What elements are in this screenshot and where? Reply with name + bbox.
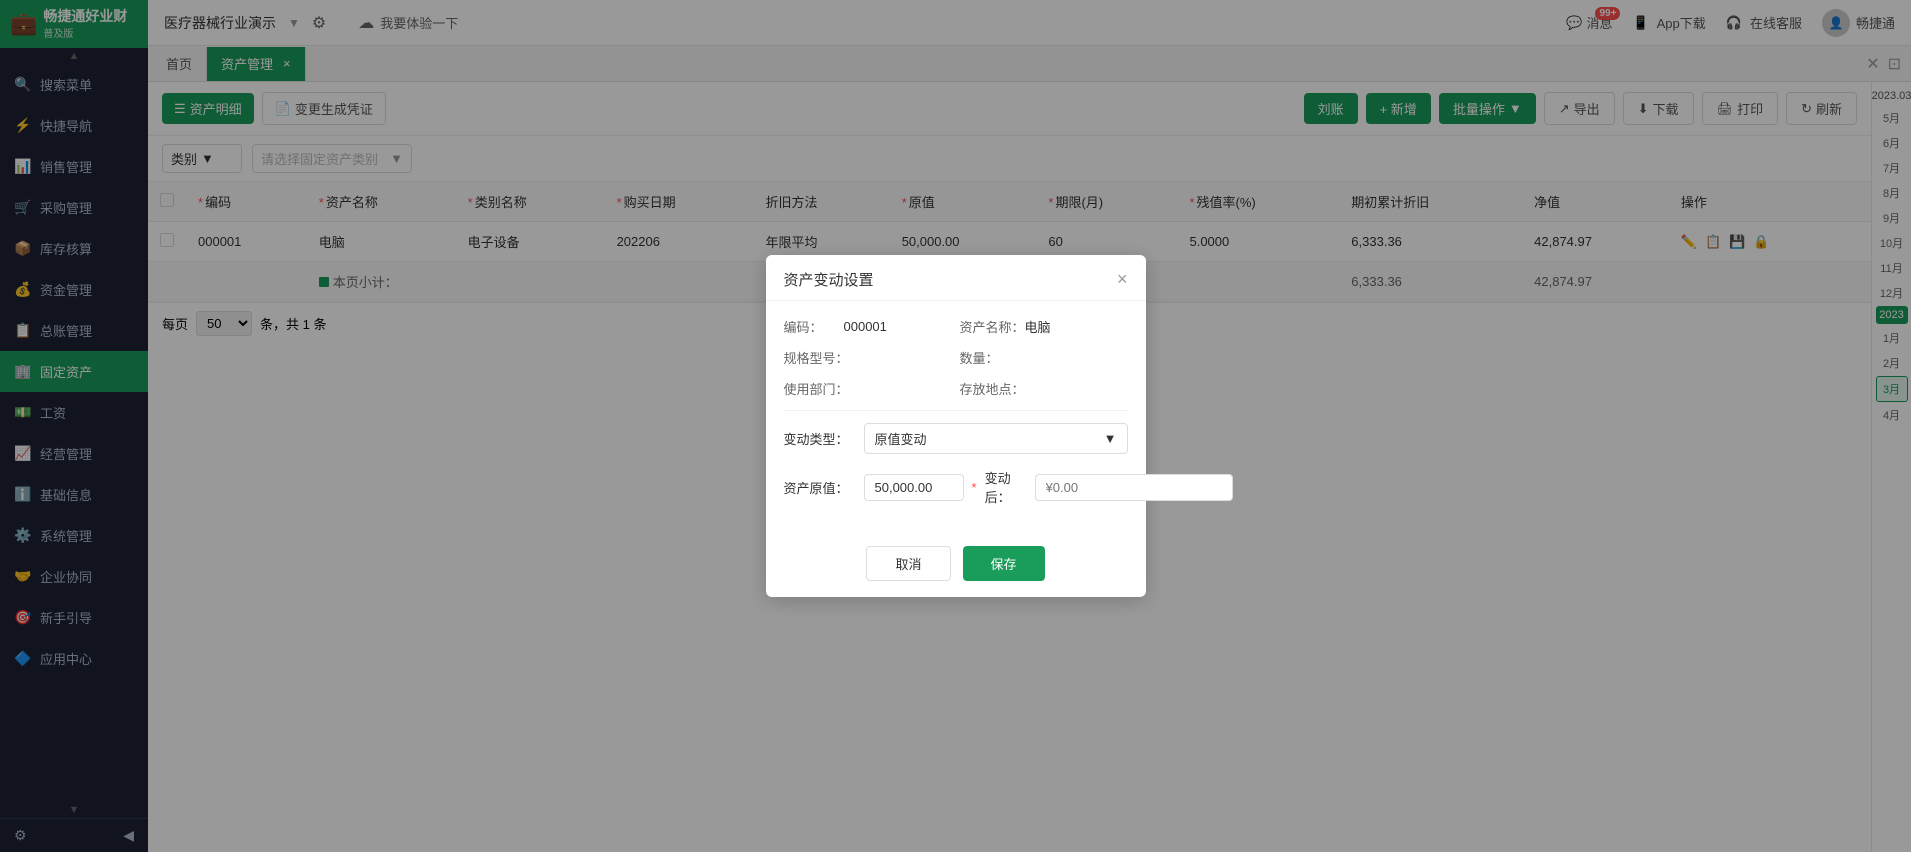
code-field: 编码： 000001 xyxy=(784,317,952,336)
modal-overlay: 资产变动设置 × 编码： 000001 资产名称： 电脑 规格型号： xyxy=(0,0,1911,852)
dialog-body: 编码： 000001 资产名称： 电脑 规格型号： 数量： xyxy=(766,301,1146,536)
dialog-info-row1: 编码： 000001 资产名称： 电脑 xyxy=(784,317,1128,336)
value-row: 资产原值： * 变动后： xyxy=(784,468,1128,506)
asset-change-dialog: 资产变动设置 × 编码： 000001 资产名称： 电脑 规格型号： xyxy=(766,255,1146,597)
dialog-close-btn[interactable]: × xyxy=(1117,269,1128,290)
required-mark: * xyxy=(972,480,977,495)
dept-field: 使用部门： xyxy=(784,379,952,398)
change-type-row: 变动类型： 原值变动 ▼ xyxy=(784,423,1128,454)
quantity-field: 数量： xyxy=(960,348,1128,367)
save-button[interactable]: 保存 xyxy=(963,546,1045,581)
cancel-button[interactable]: 取消 xyxy=(866,546,950,581)
dialog-info-row3: 使用部门： 存放地点： xyxy=(784,379,1128,398)
dialog-title: 资产变动设置 xyxy=(784,269,874,290)
asset-name-field: 资产名称： 电脑 xyxy=(960,317,1128,336)
change-type-select[interactable]: 原值变动 ▼ xyxy=(864,423,1128,454)
chevron-down-icon: ▼ xyxy=(1104,431,1117,446)
dialog-footer: 取消 保存 xyxy=(766,536,1146,597)
after-value-input[interactable] xyxy=(1035,474,1233,501)
dialog-divider xyxy=(784,410,1128,411)
dialog-header: 资产变动设置 × xyxy=(766,255,1146,301)
dialog-info-row2: 规格型号： 数量： xyxy=(784,348,1128,367)
location-field: 存放地点： xyxy=(960,379,1128,398)
original-value-input[interactable] xyxy=(864,474,964,501)
spec-field: 规格型号： xyxy=(784,348,952,367)
